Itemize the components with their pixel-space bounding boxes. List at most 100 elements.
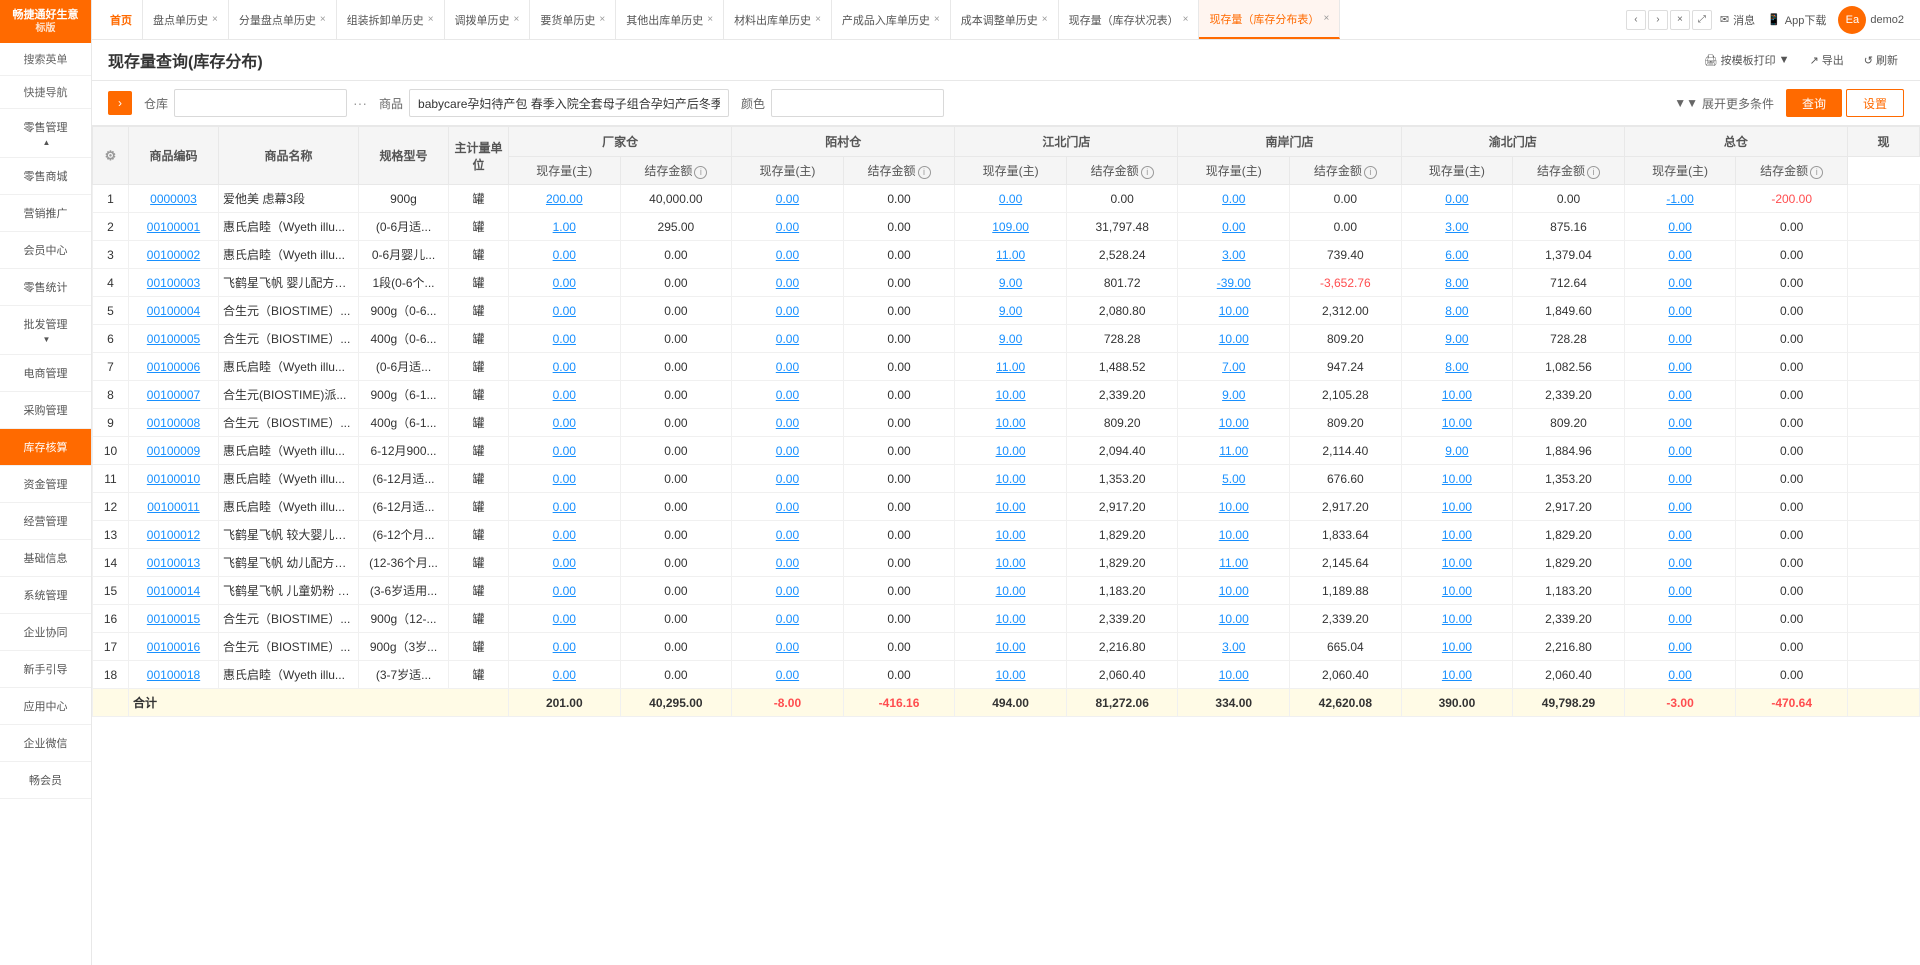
w4-qty[interactable]: -39.00 [1178, 269, 1290, 297]
w5-qty[interactable]: 10.00 [1401, 381, 1513, 409]
close-icon[interactable]: × [599, 14, 605, 25]
info-icon[interactable]: i [1587, 166, 1600, 179]
w5-qty[interactable]: 10.00 [1401, 605, 1513, 633]
close-icon[interactable]: × [815, 14, 821, 25]
w2-qty[interactable]: 0.00 [732, 493, 844, 521]
product-code[interactable]: 00100002 [129, 241, 219, 269]
product-code[interactable]: 00100003 [129, 269, 219, 297]
w3-qty[interactable]: 10.00 [955, 521, 1067, 549]
info-icon[interactable]: i [918, 166, 931, 179]
w2-qty[interactable]: 0.00 [732, 353, 844, 381]
w5-qty[interactable]: 10.00 [1401, 577, 1513, 605]
w4-qty[interactable]: 5.00 [1178, 465, 1290, 493]
w3-qty[interactable]: 109.00 [955, 213, 1067, 241]
message-button[interactable]: ✉ 消息 [1720, 12, 1755, 28]
w4-qty[interactable]: 10.00 [1178, 605, 1290, 633]
sidebar-item-app-center[interactable]: 应用中心 [0, 688, 91, 725]
product-code[interactable]: 00100009 [129, 437, 219, 465]
w3-qty[interactable]: 10.00 [955, 493, 1067, 521]
w3-qty[interactable]: 11.00 [955, 241, 1067, 269]
export-button[interactable]: ↗ 导出 [1804, 50, 1850, 70]
product-code[interactable]: 00100013 [129, 549, 219, 577]
w5-qty[interactable]: 9.00 [1401, 437, 1513, 465]
sidebar-item-wholesale[interactable]: 批发管理 ▼ [0, 306, 91, 355]
product-code[interactable]: 00100012 [129, 521, 219, 549]
w2-qty[interactable]: 0.00 [732, 381, 844, 409]
w5-qty[interactable]: 10.00 [1401, 465, 1513, 493]
total-qty[interactable]: 0.00 [1624, 241, 1736, 269]
close-icon[interactable]: × [1323, 13, 1329, 24]
w5-qty[interactable]: 8.00 [1401, 297, 1513, 325]
w2-qty[interactable]: 0.00 [732, 605, 844, 633]
w5-qty[interactable]: 10.00 [1401, 661, 1513, 689]
w3-qty[interactable]: 10.00 [955, 633, 1067, 661]
sidebar-item-inventory[interactable]: 库存核算 [0, 429, 91, 466]
w2-qty[interactable]: 0.00 [732, 297, 844, 325]
w4-qty[interactable]: 11.00 [1178, 437, 1290, 465]
total-qty[interactable]: 0.00 [1624, 409, 1736, 437]
w5-qty[interactable]: 10.00 [1401, 409, 1513, 437]
product-code[interactable]: 00100016 [129, 633, 219, 661]
w4-qty[interactable]: 11.00 [1178, 549, 1290, 577]
product-code[interactable]: 00100001 [129, 213, 219, 241]
w3-qty[interactable]: 10.00 [955, 605, 1067, 633]
sidebar-item-retail-mall[interactable]: 零售商城 [0, 158, 91, 195]
close-icon[interactable]: × [428, 14, 434, 25]
w1-qty[interactable]: 0.00 [509, 605, 621, 633]
warehouse-input[interactable] [174, 89, 347, 117]
total-qty[interactable]: 0.00 [1624, 605, 1736, 633]
w5-qty[interactable]: 10.00 [1401, 633, 1513, 661]
total-qty[interactable]: 0.00 [1624, 269, 1736, 297]
info-icon[interactable]: i [694, 166, 707, 179]
w3-qty[interactable]: 11.00 [955, 353, 1067, 381]
tab-cost-adjust[interactable]: 成本调整单历史 × [951, 0, 1059, 39]
user-avatar-button[interactable]: Ea demo2 [1838, 6, 1904, 34]
total-qty[interactable]: -1.00 [1624, 185, 1736, 213]
w2-qty[interactable]: 0.00 [732, 465, 844, 493]
sidebar-item-enterprise[interactable]: 企业协同 [0, 614, 91, 651]
gear-icon[interactable]: ⚙ [105, 148, 117, 164]
w5-qty[interactable]: 6.00 [1401, 241, 1513, 269]
tab-inventory-check[interactable]: 盘点单历史 × [143, 0, 229, 39]
tab-home[interactable]: 首页 [100, 0, 143, 39]
w1-qty[interactable]: 0.00 [509, 521, 621, 549]
color-input[interactable] [771, 89, 944, 117]
w1-qty[interactable]: 0.00 [509, 633, 621, 661]
w5-qty[interactable]: 0.00 [1401, 185, 1513, 213]
w5-qty[interactable]: 9.00 [1401, 325, 1513, 353]
next-tab-button[interactable]: › [1648, 10, 1668, 30]
w3-qty[interactable]: 10.00 [955, 577, 1067, 605]
total-qty[interactable]: 0.00 [1624, 353, 1736, 381]
w4-qty[interactable]: 10.00 [1178, 297, 1290, 325]
close-icon[interactable]: × [1183, 14, 1189, 25]
sidebar-search-item[interactable]: 搜索英单 [0, 43, 91, 76]
w1-qty[interactable]: 0.00 [509, 353, 621, 381]
tab-material-outbound[interactable]: 材料出库单历史 × [724, 0, 832, 39]
info-icon[interactable]: i [1364, 166, 1377, 179]
close-icon[interactable]: × [934, 14, 940, 25]
w4-qty[interactable]: 0.00 [1178, 185, 1290, 213]
w1-qty[interactable]: 0.00 [509, 325, 621, 353]
w4-qty[interactable]: 7.00 [1178, 353, 1290, 381]
w4-qty[interactable]: 10.00 [1178, 493, 1290, 521]
sidebar-item-system[interactable]: 系统管理 [0, 577, 91, 614]
tab-assembly[interactable]: 组装拆卸单历史 × [337, 0, 445, 39]
total-qty[interactable]: 0.00 [1624, 437, 1736, 465]
w5-qty[interactable]: 8.00 [1401, 353, 1513, 381]
w3-qty[interactable]: 10.00 [955, 465, 1067, 493]
product-code[interactable]: 00100004 [129, 297, 219, 325]
setting-button[interactable]: 设置 [1846, 89, 1904, 117]
sidebar-item-guide[interactable]: 新手引导 [0, 651, 91, 688]
product-code[interactable]: 00100008 [129, 409, 219, 437]
product-code[interactable]: 00100010 [129, 465, 219, 493]
w2-qty[interactable]: 0.00 [732, 549, 844, 577]
total-qty[interactable]: 0.00 [1624, 493, 1736, 521]
w2-qty[interactable]: 0.00 [732, 241, 844, 269]
close-icon[interactable]: × [212, 14, 218, 25]
w4-qty[interactable]: 3.00 [1178, 241, 1290, 269]
close-icon[interactable]: × [320, 14, 326, 25]
query-button[interactable]: 查询 [1786, 89, 1842, 117]
w1-qty[interactable]: 0.00 [509, 661, 621, 689]
w1-qty[interactable]: 0.00 [509, 577, 621, 605]
sidebar-item-marketing[interactable]: 营销推广 [0, 195, 91, 232]
